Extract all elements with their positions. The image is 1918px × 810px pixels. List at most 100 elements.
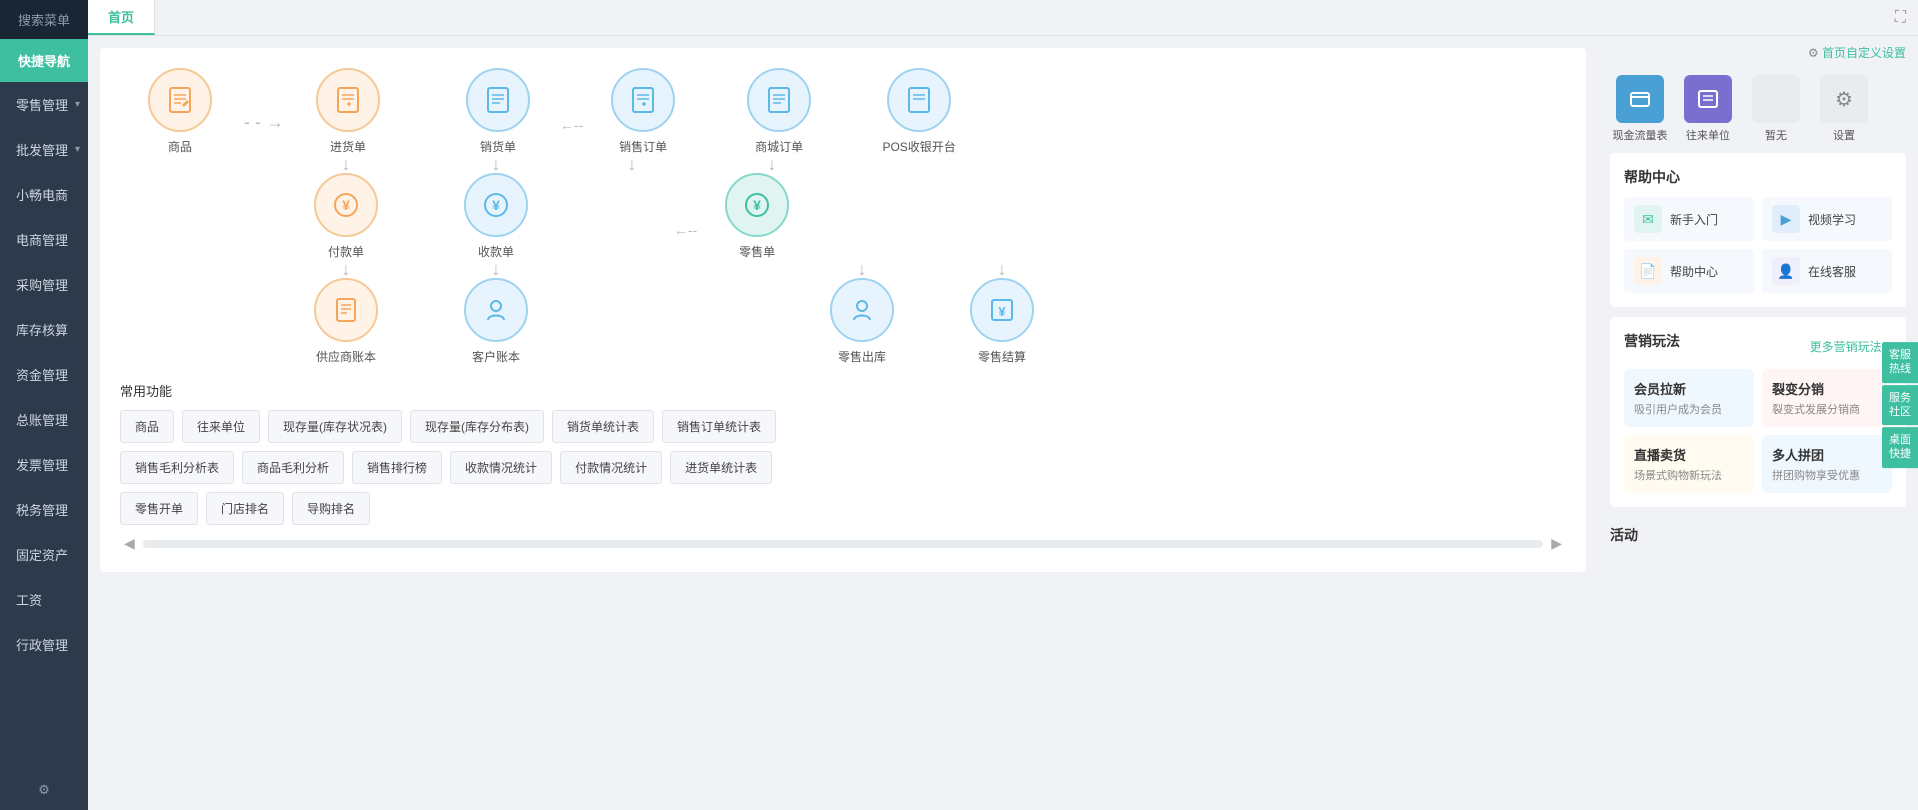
sidebar-item-retail[interactable]: 零售管理 ▾ — [0, 82, 88, 127]
flow-node-pos[interactable]: POS收银开台 — [859, 68, 979, 155]
flow-node-mall-order[interactable]: 商城订单 — [719, 68, 839, 155]
sidebar-item-ecommerce[interactable]: 电商管理 — [0, 217, 88, 262]
flow-col-3: 销货单 — [438, 68, 558, 155]
func-btn-payment-stat[interactable]: 付款情况统计 — [560, 451, 662, 484]
marketing-item-member[interactable]: 会员拉新 吸引用户成为会员 — [1624, 369, 1754, 427]
retail-out-icon — [830, 278, 894, 342]
help-item-beginner[interactable]: ✉ 新手入门 — [1624, 197, 1754, 241]
func-btn-goods-profit[interactable]: 商品毛利分析 — [242, 451, 344, 484]
customer-ledger-icon — [464, 278, 528, 342]
marketing-item-live[interactable]: 直播卖货 场景式购物新玩法 — [1624, 435, 1754, 493]
expand-button[interactable]: ⛶ — [1883, 0, 1918, 35]
service-icon: 👤 — [1772, 257, 1800, 285]
cashflow-icon-box — [1616, 75, 1664, 123]
help-center-title: 帮助中心 — [1624, 167, 1892, 187]
sidebar-item-wholesale[interactable]: 批发管理 ▾ — [0, 127, 88, 172]
down-arrow-2: ↓ — [286, 155, 406, 173]
help-item-video[interactable]: ▶ 视频学习 — [1762, 197, 1892, 241]
activity-title: 活动 — [1610, 517, 1906, 549]
marketing-more-link[interactable]: 更多营销玩法 > — [1810, 338, 1892, 355]
arrow-2: ← - - — [558, 117, 583, 133]
flow-node-retail[interactable]: ¥ 零售单 — [697, 173, 817, 260]
flow-node-supplier-ledger[interactable]: 供应商账本 — [286, 278, 406, 365]
sales-order-icon — [611, 68, 675, 132]
quick-icon-units[interactable]: 往来单位 — [1678, 75, 1738, 143]
down-arrow-6: ↓ — [286, 260, 406, 278]
sidebar-item-inventory[interactable]: 库存核算 — [0, 307, 88, 352]
down-arrow-8: ↓ — [802, 260, 922, 278]
sidebar-item-invoice[interactable]: 发票管理 — [0, 442, 88, 487]
scroll-right-button[interactable]: ▶ — [1547, 535, 1566, 552]
scroll-track[interactable] — [143, 540, 1543, 548]
help-grid: ✉ 新手入门 ▶ 视频学习 📄 帮助中心 👤 在线客服 — [1624, 197, 1892, 293]
tab-home[interactable]: 首页 — [88, 0, 155, 35]
none-icon-box — [1752, 75, 1800, 123]
purchase-order-icon — [148, 68, 212, 132]
func-btn-order-stat[interactable]: 销售订单统计表 — [662, 410, 776, 443]
marketing-item-fission[interactable]: 裂变分销 裂变式发展分销商 — [1762, 369, 1892, 427]
help-item-help[interactable]: 📄 帮助中心 — [1624, 249, 1754, 293]
spacer — [406, 260, 436, 278]
spacer — [922, 260, 942, 278]
flow-col-retail: ¥ 零售单 — [697, 173, 817, 260]
flow-col-4: 销售订单 — [583, 68, 703, 155]
flow-node-purchase-order[interactable]: 商品 — [120, 68, 240, 155]
quick-icon-settings[interactable]: ⚙ 设置 — [1814, 75, 1874, 143]
func-btn-guide-rank[interactable]: 导购排名 — [292, 492, 370, 525]
main-content: 商品 - - → 进货单 — [88, 36, 1598, 810]
func-btn-sales-rank[interactable]: 销售排行榜 — [352, 451, 442, 484]
sidebar-item-purchase[interactable]: 采购管理 — [0, 262, 88, 307]
flow-node-receipt[interactable]: ¥ 收款单 — [436, 173, 556, 260]
supplier-ledger-icon — [314, 278, 378, 342]
customize-link[interactable]: ⚙ 首页自定义设置 — [1610, 44, 1906, 61]
sidebar-item-tax[interactable]: 税务管理 — [0, 487, 88, 532]
quick-icon-cashflow[interactable]: 现金流量表 — [1610, 75, 1670, 143]
flow-node-payment[interactable]: ¥ 付款单 — [286, 173, 406, 260]
quick-icon-none[interactable]: 暂无 — [1746, 75, 1806, 143]
sidebar-item-xiaochang[interactable]: 小畅电商 — [0, 172, 88, 217]
scroll-bar-area: ◀ ▶ — [120, 535, 1566, 552]
sidebar: 搜索菜单 快捷导航 零售管理 ▾ 批发管理 ▾ 小畅电商 电商管理 采购管理 库… — [0, 0, 88, 810]
scroll-left-button[interactable]: ◀ — [120, 535, 139, 552]
flow-node-sales[interactable]: 销货单 — [438, 68, 558, 155]
func-btn-sales-stat[interactable]: 销货单统计表 — [552, 410, 654, 443]
beginner-icon: ✉ — [1634, 205, 1662, 233]
flow-node-purchase[interactable]: 进货单 — [288, 68, 408, 155]
sidebar-item-salary[interactable]: 工资 — [0, 577, 88, 622]
flow-node-sales-order[interactable]: 销售订单 — [583, 68, 703, 155]
sidebar-item-assets[interactable]: 固定资产 — [0, 532, 88, 577]
func-btn-goods[interactable]: 商品 — [120, 410, 174, 443]
float-buttons: 客服热线 服务社区 桌面快捷 — [1882, 342, 1918, 468]
func-btn-profit-analysis[interactable]: 销售毛利分析表 — [120, 451, 234, 484]
content-area: 商品 - - → 进货单 — [88, 36, 1918, 810]
float-btn-community[interactable]: 服务社区 — [1882, 385, 1918, 426]
func-btn-retail-order[interactable]: 零售开单 — [120, 492, 198, 525]
sidebar-nav-quick[interactable]: 快捷导航 — [0, 39, 88, 82]
flow-node-retail-out[interactable]: 零售出库 — [802, 278, 922, 365]
flow-col-supplier: 供应商账本 — [286, 278, 406, 365]
svg-text:¥: ¥ — [998, 304, 1006, 319]
func-btn-receipt-stat[interactable]: 收款情况统计 — [450, 451, 552, 484]
sidebar-search[interactable]: 搜索菜单 — [0, 0, 88, 39]
func-btn-store-rank[interactable]: 门店排名 — [206, 492, 284, 525]
settings-icon-box: ⚙ — [1820, 75, 1868, 123]
func-btn-stock-status[interactable]: 现存量(库存状况表) — [268, 410, 402, 443]
purchase-icon — [316, 68, 380, 132]
down-arrow-4: ↓ — [572, 155, 692, 173]
svg-text:¥: ¥ — [492, 197, 500, 213]
func-btn-stock-dist[interactable]: 现存量(库存分布表) — [410, 410, 544, 443]
sidebar-item-finance[interactable]: 资金管理 — [0, 352, 88, 397]
marketing-item-group[interactable]: 多人拼团 拼团购物享受优惠 — [1762, 435, 1892, 493]
sidebar-item-ledger[interactable]: 总账管理 — [0, 397, 88, 442]
help-item-service[interactable]: 👤 在线客服 — [1762, 249, 1892, 293]
func-btn-units[interactable]: 往来单位 — [182, 410, 260, 443]
float-btn-desktop[interactable]: 桌面快捷 — [1882, 427, 1918, 468]
down-arrow-9: ↓ — [942, 260, 1062, 278]
func-btn-purchase-stat[interactable]: 进货单统计表 — [670, 451, 772, 484]
svg-text:¥: ¥ — [753, 197, 761, 213]
float-btn-service[interactable]: 客服热线 — [1882, 342, 1918, 383]
sidebar-item-admin[interactable]: 行政管理 — [0, 622, 88, 667]
flow-node-customer-ledger[interactable]: 客户账本 — [436, 278, 556, 365]
flow-node-retail-settle[interactable]: ¥ 零售结算 — [942, 278, 1062, 365]
sidebar-settings[interactable]: ⚙ — [0, 770, 88, 810]
